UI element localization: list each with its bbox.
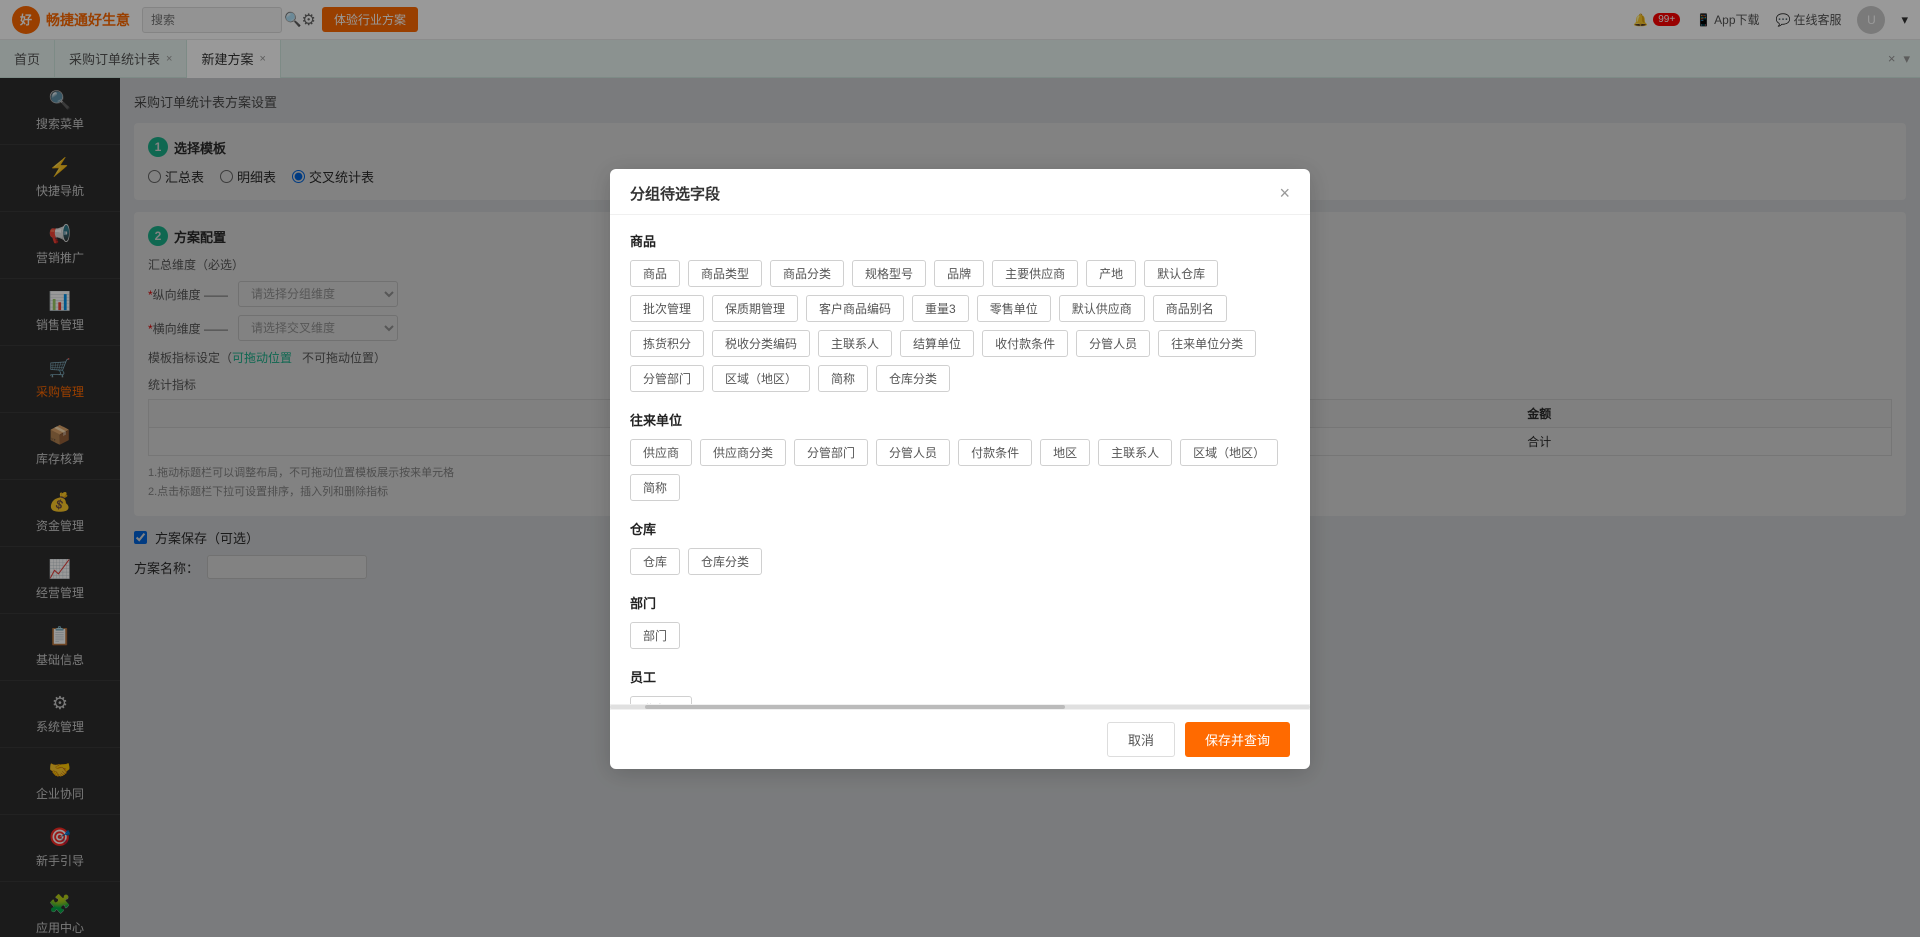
field-section-3: 部门部门 <box>630 593 1290 649</box>
modal-overlay: 分组待选字段 × 商品商品商品类型商品分类规格型号品牌主要供应商产地默认仓库批次… <box>0 0 1920 937</box>
field-section-4: 员工业务员 <box>630 667 1290 705</box>
field-tag-0-14[interactable]: 商品别名 <box>1153 295 1227 322</box>
field-section-2: 仓库仓库仓库分类 <box>630 519 1290 575</box>
field-tag-1-4[interactable]: 付款条件 <box>958 439 1032 466</box>
field-tag-1-2[interactable]: 分管部门 <box>794 439 868 466</box>
modal-scrollbar-area <box>610 704 1310 708</box>
field-section-1: 往来单位供应商供应商分类分管部门分管人员付款条件地区主联系人区域（地区） 简称 <box>630 410 1290 501</box>
field-tag-0-21[interactable]: 往来单位分类 <box>1158 330 1256 357</box>
modal-cancel-button[interactable]: 取消 <box>1107 722 1175 757</box>
field-tag-0-8[interactable]: 批次管理 <box>630 295 704 322</box>
modal-close-button[interactable]: × <box>1279 183 1290 204</box>
field-tag-3-0[interactable]: 部门 <box>630 622 680 649</box>
field-tag-0-17[interactable]: 主联系人 <box>818 330 892 357</box>
field-tag-0-9[interactable]: 保质期管理 <box>712 295 798 322</box>
field-tag-1-3[interactable]: 分管人员 <box>876 439 950 466</box>
field-tag-0-6[interactable]: 产地 <box>1086 260 1136 287</box>
field-tags-0: 商品商品类型商品分类规格型号品牌主要供应商产地默认仓库批次管理保质期管理客户商品… <box>630 260 1290 392</box>
field-tag-0-10[interactable]: 客户商品编码 <box>806 295 904 322</box>
modal-body: 商品商品商品类型商品分类规格型号品牌主要供应商产地默认仓库批次管理保质期管理客户… <box>610 215 1310 705</box>
field-tag-0-23[interactable]: 区域（地区） <box>712 365 810 392</box>
modal-footer: 取消 保存并查询 <box>610 709 1310 769</box>
field-selector-modal: 分组待选字段 × 商品商品商品类型商品分类规格型号品牌主要供应商产地默认仓库批次… <box>610 169 1310 769</box>
field-tags-3: 部门 <box>630 622 1290 649</box>
modal-confirm-button[interactable]: 保存并查询 <box>1185 722 1290 757</box>
field-tag-0-4[interactable]: 品牌 <box>934 260 984 287</box>
field-tag-2-1[interactable]: 仓库分类 <box>688 548 762 575</box>
field-tag-0-25[interactable]: 仓库分类 <box>876 365 950 392</box>
field-tag-1-7[interactable]: 区域（地区） <box>1180 439 1278 466</box>
modal-header: 分组待选字段 × <box>610 169 1310 215</box>
field-tag-1-8[interactable]: 简称 <box>630 474 680 501</box>
field-tag-4-0[interactable]: 业务员 <box>630 696 692 705</box>
field-tag-2-0[interactable]: 仓库 <box>630 548 680 575</box>
field-tag-0-11[interactable]: 重量3 <box>912 295 969 322</box>
field-tag-0-18[interactable]: 结算单位 <box>900 330 974 357</box>
field-tags-1: 供应商供应商分类分管部门分管人员付款条件地区主联系人区域（地区） 简称 <box>630 439 1290 501</box>
field-tag-1-5[interactable]: 地区 <box>1040 439 1090 466</box>
modal-title: 分组待选字段 <box>630 183 720 204</box>
field-tag-0-2[interactable]: 商品分类 <box>770 260 844 287</box>
field-section-title-3: 部门 <box>630 593 1290 612</box>
field-tag-0-15[interactable]: 拣货积分 <box>630 330 704 357</box>
field-section-title-0: 商品 <box>630 231 1290 250</box>
field-tag-0-22[interactable]: 分管部门 <box>630 365 704 392</box>
field-tag-0-0[interactable]: 商品 <box>630 260 680 287</box>
field-section-title-1: 往来单位 <box>630 410 1290 429</box>
field-tag-0-5[interactable]: 主要供应商 <box>992 260 1078 287</box>
field-tag-0-24[interactable]: 简称 <box>818 365 868 392</box>
field-tag-1-0[interactable]: 供应商 <box>630 439 692 466</box>
field-tag-0-12[interactable]: 零售单位 <box>977 295 1051 322</box>
field-section-0: 商品商品商品类型商品分类规格型号品牌主要供应商产地默认仓库批次管理保质期管理客户… <box>630 231 1290 392</box>
field-tag-0-3[interactable]: 规格型号 <box>852 260 926 287</box>
field-tag-0-7[interactable]: 默认仓库 <box>1144 260 1218 287</box>
field-tag-0-20[interactable]: 分管人员 <box>1076 330 1150 357</box>
field-tag-0-16[interactable]: 税收分类编码 <box>712 330 810 357</box>
field-section-title-4: 员工 <box>630 667 1290 686</box>
field-tag-0-1[interactable]: 商品类型 <box>688 260 762 287</box>
field-tag-1-6[interactable]: 主联系人 <box>1098 439 1172 466</box>
field-tags-2: 仓库仓库分类 <box>630 548 1290 575</box>
field-tag-0-13[interactable]: 默认供应商 <box>1059 295 1145 322</box>
field-tag-0-19[interactable]: 收付款条件 <box>982 330 1068 357</box>
field-tag-1-1[interactable]: 供应商分类 <box>700 439 786 466</box>
field-section-title-2: 仓库 <box>630 519 1290 538</box>
field-tags-4: 业务员 <box>630 696 1290 705</box>
